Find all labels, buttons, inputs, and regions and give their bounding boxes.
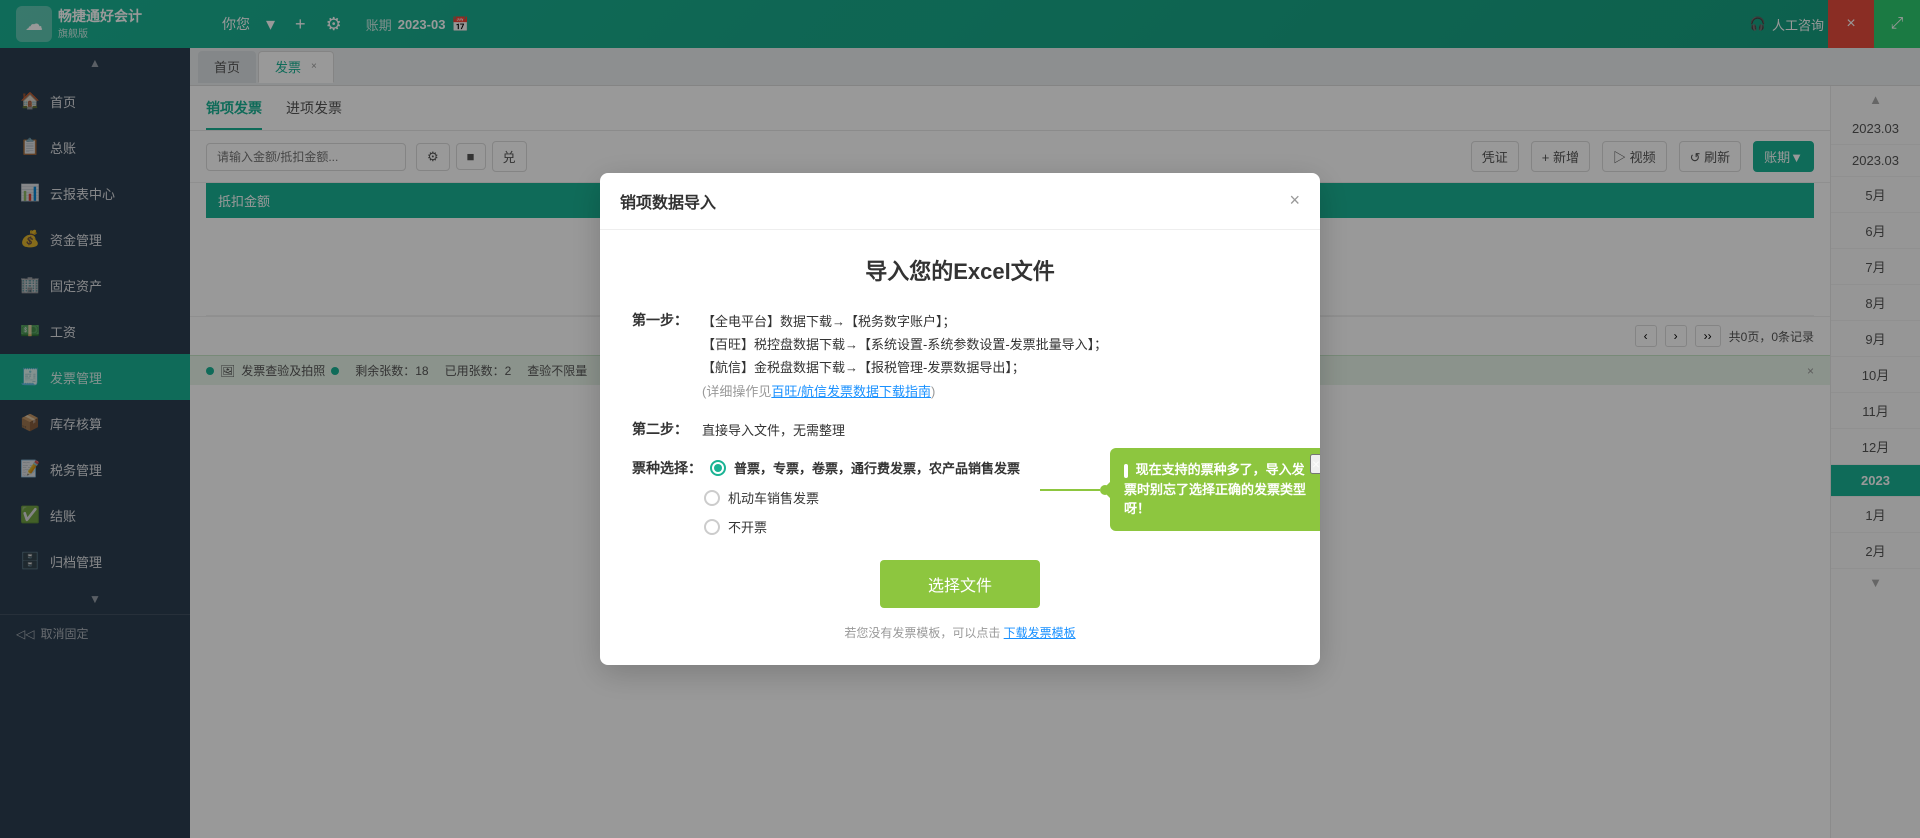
step1-link[interactable]: (详细操作见百旺/航信发票数据下载指南) <box>702 380 1107 403</box>
step1-line1: 【全电平台】数据下载→【税务数字账户】； <box>702 310 1107 333</box>
radio-1[interactable] <box>704 490 720 506</box>
modal-header: 销项数据导入 × <box>600 173 1320 230</box>
radio-0[interactable] <box>710 460 726 476</box>
radio-2[interactable] <box>704 519 720 535</box>
step1-line2: 【百旺】税控盘数据下载→【系统设置-系统参数设置-发票批量导入】； <box>702 333 1107 356</box>
step1-row: 第一步： 【全电平台】数据下载→【税务数字账户】； 【百旺】税控盘数据下载→【系… <box>632 310 1288 404</box>
tooltip-container: × 现在支持的票种多了，导入发票时别忘了选择正确的发票类型呀！ <box>1040 448 1320 531</box>
modal-overlay: 销项数据导入 × 导入您的Excel文件 第一步： 【全电平台】数据下载→【税务… <box>0 0 1920 838</box>
import-modal: 销项数据导入 × 导入您的Excel文件 第一步： 【全电平台】数据下载→【税务… <box>600 173 1320 666</box>
import-title: 导入您的Excel文件 <box>632 254 1288 286</box>
step2-row: 第二步： 直接导入文件，无需整理 <box>632 419 1288 442</box>
ticket-label-0: 普票，专票，卷票，通行费发票，农产品销售发票 <box>734 458 1020 477</box>
tooltip-close-btn[interactable]: × <box>1310 454 1320 474</box>
select-file-btn[interactable]: 选择文件 <box>880 560 1040 608</box>
ticket-choice: 票种选择： 普票，专票，卷票，通行费发票，农产品销售发票 × <box>632 458 1288 536</box>
ticket-option-0[interactable]: 普票，专票，卷票，通行费发票，农产品销售发票 <box>710 458 1020 477</box>
tooltip-bubble: × 现在支持的票种多了，导入发票时别忘了选择正确的发票类型呀！ <box>1110 448 1320 531</box>
modal-footer: 若您没有发票模板，可以点击 下载发票模板 <box>632 624 1288 641</box>
modal-body: 导入您的Excel文件 第一步： 【全电平台】数据下载→【税务数字账户】； 【百… <box>600 230 1320 666</box>
tooltip-bar <box>1124 464 1128 478</box>
modal-title: 销项数据导入 <box>620 189 716 213</box>
step2-label: 第二步： <box>632 419 692 439</box>
step1-label: 第一步： <box>632 310 692 330</box>
step2: 第二步： 直接导入文件，无需整理 <box>632 419 1288 442</box>
step1-line3: 【航信】金税盘数据下载→【报税管理-发票数据导出】； <box>702 356 1107 379</box>
step1: 第一步： 【全电平台】数据下载→【税务数字账户】； 【百旺】税控盘数据下载→【系… <box>632 310 1288 404</box>
modal-close-btn[interactable]: × <box>1289 190 1300 211</box>
connector-line <box>1040 489 1100 491</box>
step2-content: 直接导入文件，无需整理 <box>702 419 845 442</box>
ticket-choice-header: 票种选择： 普票，专票，卷票，通行费发票，农产品销售发票 × <box>632 458 1288 478</box>
ticket-label-2: 不开票 <box>728 517 767 536</box>
ticket-label-1: 机动车销售发票 <box>728 488 819 507</box>
step1-content: 【全电平台】数据下载→【税务数字账户】； 【百旺】税控盘数据下载→【系统设置-系… <box>702 310 1107 404</box>
download-template-link[interactable]: 下载发票模板 <box>1004 626 1076 640</box>
